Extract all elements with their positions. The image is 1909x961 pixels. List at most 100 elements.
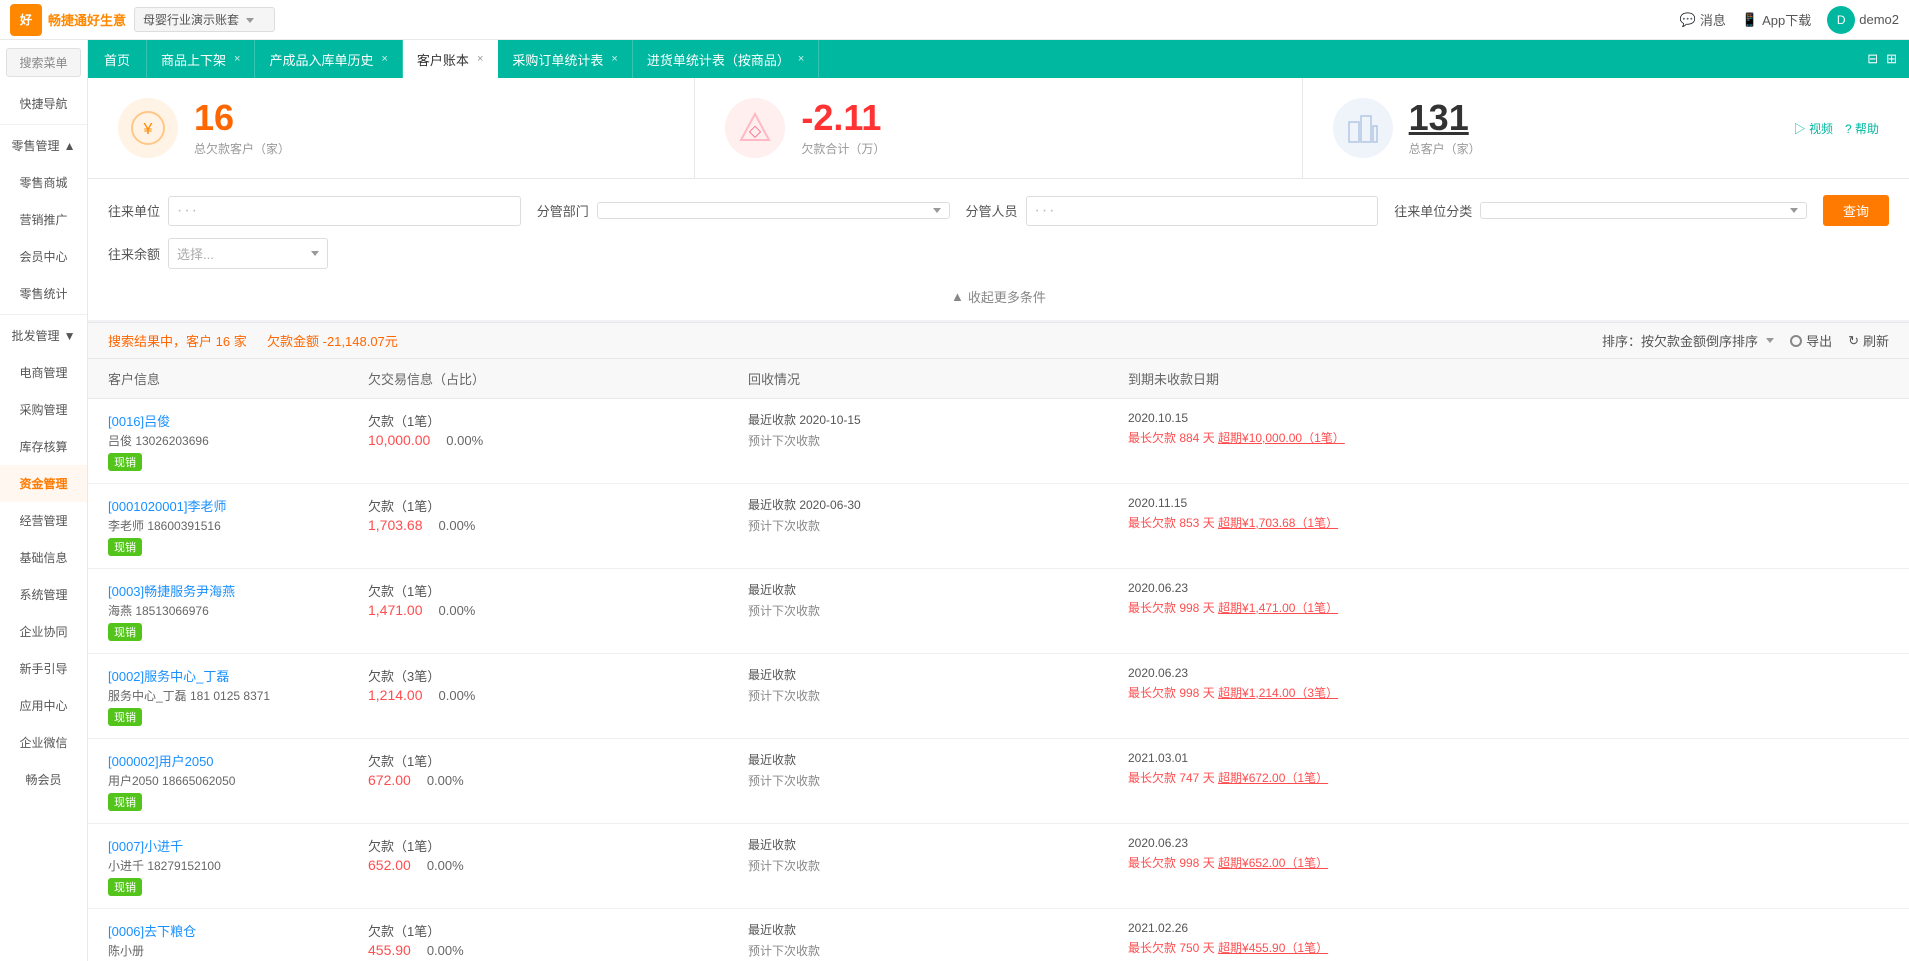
sidebar-item-marketing[interactable]: 营销推广 [0, 201, 87, 238]
sidebar-item-enterprise-collab[interactable]: 企业协同 [0, 613, 87, 650]
tab-maximize-icon[interactable]: ⊞ [1886, 51, 1897, 67]
customer-name-link[interactable]: [0003]畅捷服务尹海燕 [108, 581, 368, 600]
query-button[interactable]: 查询 [1823, 195, 1889, 226]
user-profile[interactable]: D demo2 [1827, 6, 1899, 34]
table-row: [0007]小进千 小进千 18279152100 现销 欠款（1笔） 652.… [88, 824, 1909, 909]
refresh-button[interactable]: ↻ 刷新 [1848, 331, 1889, 350]
customer-name-link[interactable]: [0002]服务中心_丁磊 [108, 666, 368, 685]
sidebar-item-operations[interactable]: 经营管理 [0, 502, 87, 539]
filter-from-unit-input[interactable]: ··· [168, 196, 521, 226]
video-link[interactable]: ▷ 视频 [1794, 120, 1833, 137]
sidebar: 搜索菜单 快捷导航 零售管理 ▲ 零售商城 营销推广 会员中心 零售统计 批发管… [0, 40, 88, 961]
tab-close-icon[interactable]: × [234, 53, 240, 65]
sidebar-item-purchase[interactable]: 采购管理 [0, 391, 87, 428]
sort-selector[interactable]: 排序：按欠款金额倒序排序 [1602, 331, 1774, 350]
customer-name-link[interactable]: [0001020001]李老师 [108, 496, 368, 515]
sidebar-item-ecommerce[interactable]: 电商管理 [0, 354, 87, 391]
latest-recovery: 最近收款 [748, 581, 1128, 598]
sidebar-item-finance[interactable]: 资金管理 [0, 465, 87, 502]
app-download-button[interactable]: 📱 App下载 [1742, 10, 1811, 29]
customer-name-link[interactable]: [0016]吕俊 [108, 411, 368, 430]
overdue-link[interactable]: 超期¥455.90（1笔） [1218, 941, 1328, 955]
overdue-link[interactable]: 超期¥1,214.00（3笔） [1218, 686, 1338, 700]
message-button[interactable]: 💬 消息 [1680, 10, 1726, 29]
debt-info-col: 欠款（1笔） 1,703.68 0.00% [368, 496, 748, 556]
overdue-info: 最长欠款 853 天 超期¥1,703.68（1笔） [1128, 514, 1889, 531]
customer-info-col: [0016]吕俊 吕俊 13026203696 现销 [108, 411, 368, 471]
tab-purchase-order-stats[interactable]: 采购订单统计表 × [498, 40, 632, 78]
overdue-link[interactable]: 超期¥672.00（1笔） [1218, 771, 1328, 785]
sidebar-item-inventory[interactable]: 库存核算 [0, 428, 87, 465]
sidebar-item-vip[interactable]: 畅会员 [0, 761, 87, 798]
stat-debt-customers-label: 总欠款客户（家） [194, 140, 290, 157]
tab-production-history[interactable]: 产成品入库单历史 × [255, 40, 402, 78]
help-icon: ? [1845, 122, 1852, 136]
due-date: 2020.11.15 [1128, 496, 1889, 510]
sidebar-item-quick-nav[interactable]: 快捷导航 [0, 85, 87, 122]
debt-count: 欠款（1笔） [368, 581, 748, 600]
customer-name-link[interactable]: [000002]用户2050 [108, 751, 368, 770]
stat-total-debt-label: 欠款合计（万） [801, 140, 885, 157]
due-date: 2020.06.23 [1128, 836, 1889, 850]
customer-tag: 现销 [108, 708, 142, 726]
industry-selector[interactable]: 母婴行业演示账套 [134, 7, 275, 32]
next-recovery: 预计下次收款 [748, 942, 1128, 959]
tab-customer-account[interactable]: 客户账本 × [403, 40, 498, 78]
sidebar-item-retail-management[interactable]: 零售管理 ▲ [0, 127, 87, 164]
sidebar-item-system[interactable]: 系统管理 [0, 576, 87, 613]
help-link[interactable]: ? 帮助 [1845, 120, 1879, 137]
sidebar-item-batch-management[interactable]: 批发管理 ▼ [0, 317, 87, 354]
col-header-customer: 客户信息 [108, 369, 368, 388]
customer-tag: 现销 [108, 878, 142, 896]
filter-manager-input[interactable]: ··· [1026, 196, 1379, 226]
next-recovery: 预计下次收款 [748, 517, 1128, 534]
tab-product-offshelf[interactable]: 商品上下架 × [147, 40, 255, 78]
overdue-link[interactable]: 超期¥652.00（1笔） [1218, 856, 1328, 870]
tab-close-icon[interactable]: × [611, 53, 617, 65]
customer-name-link[interactable]: [0007]小进千 [108, 836, 368, 855]
sidebar-item-new-guide[interactable]: 新手引导 [0, 650, 87, 687]
sidebar-divider-1 [0, 124, 87, 125]
overdue-link[interactable]: 超期¥10,000.00（1笔） [1218, 431, 1345, 445]
retail-management-arrow-icon: ▲ [64, 139, 76, 153]
stat-icon-debt: ¥ [118, 98, 178, 158]
export-button[interactable]: 导出 [1790, 331, 1832, 350]
customer-tag: 现销 [108, 538, 142, 556]
debt-percent: 0.00% [427, 773, 464, 788]
tab-purchase-stats-by-product[interactable]: 进货单统计表（按商品） × [633, 40, 819, 78]
filter-from-unit: 往来单位 ··· [108, 196, 521, 226]
stat-card-total-customers: 131 总客户（家） ▷ 视频 ? 帮助 [1303, 78, 1909, 178]
message-icon: 💬 [1680, 12, 1696, 28]
due-date-col: 2020.10.15 最长欠款 884 天 超期¥10,000.00（1笔） [1128, 411, 1889, 471]
svg-text:◇: ◇ [749, 123, 762, 140]
sidebar-item-app-center[interactable]: 应用中心 [0, 687, 87, 724]
stats-row: ¥ 16 总欠款客户（家） ◇ -2.11 欠款合计（万） [88, 78, 1909, 179]
tab-close-icon[interactable]: × [798, 53, 804, 65]
customer-name-link[interactable]: [0006]去下粮仓 [108, 921, 368, 940]
overdue-info: 最长欠款 998 天 超期¥652.00（1笔） [1128, 854, 1889, 871]
sidebar-item-basic-info[interactable]: 基础信息 [0, 539, 87, 576]
tab-minimize-icon[interactable]: ⊟ [1867, 51, 1878, 67]
overdue-info: 最长欠款 747 天 超期¥672.00（1笔） [1128, 769, 1889, 786]
table-row: [0003]畅捷服务尹海燕 海燕 18513066976 现销 欠款（1笔） 1… [88, 569, 1909, 654]
tab-close-icon[interactable]: × [381, 53, 387, 65]
tab-close-icon[interactable]: × [477, 53, 483, 65]
due-date: 2020.06.23 [1128, 581, 1889, 595]
due-date-col: 2020.06.23 最长欠款 998 天 超期¥652.00（1笔） [1128, 836, 1889, 896]
filter-row-2: 往来余额 选择... [108, 238, 1889, 269]
sidebar-item-enterprise-wechat[interactable]: 企业微信 [0, 724, 87, 761]
sidebar-item-retail-shop[interactable]: 零售商城 [0, 164, 87, 201]
filter-dept-input[interactable] [597, 202, 950, 219]
filter-balance-input[interactable]: 选择... [168, 238, 328, 269]
sidebar-item-retail-stats[interactable]: 零售统计 [0, 275, 87, 312]
due-date: 2021.02.26 [1128, 921, 1889, 935]
sidebar-item-member-center[interactable]: 会员中心 [0, 238, 87, 275]
filter-dept-label: 分管部门 [537, 201, 589, 220]
filter-unit-category-input[interactable] [1480, 202, 1807, 219]
overdue-link[interactable]: 超期¥1,703.68（1笔） [1218, 516, 1338, 530]
filter-collapse-button[interactable]: ▲ 收起更多条件 [108, 281, 1889, 312]
top-right-area: 💬 消息 📱 App下载 D demo2 [1680, 6, 1899, 34]
overdue-link[interactable]: 超期¥1,471.00（1笔） [1218, 601, 1338, 615]
tab-home[interactable]: 首页 [88, 40, 147, 78]
search-menu-button[interactable]: 搜索菜单 [6, 48, 81, 77]
